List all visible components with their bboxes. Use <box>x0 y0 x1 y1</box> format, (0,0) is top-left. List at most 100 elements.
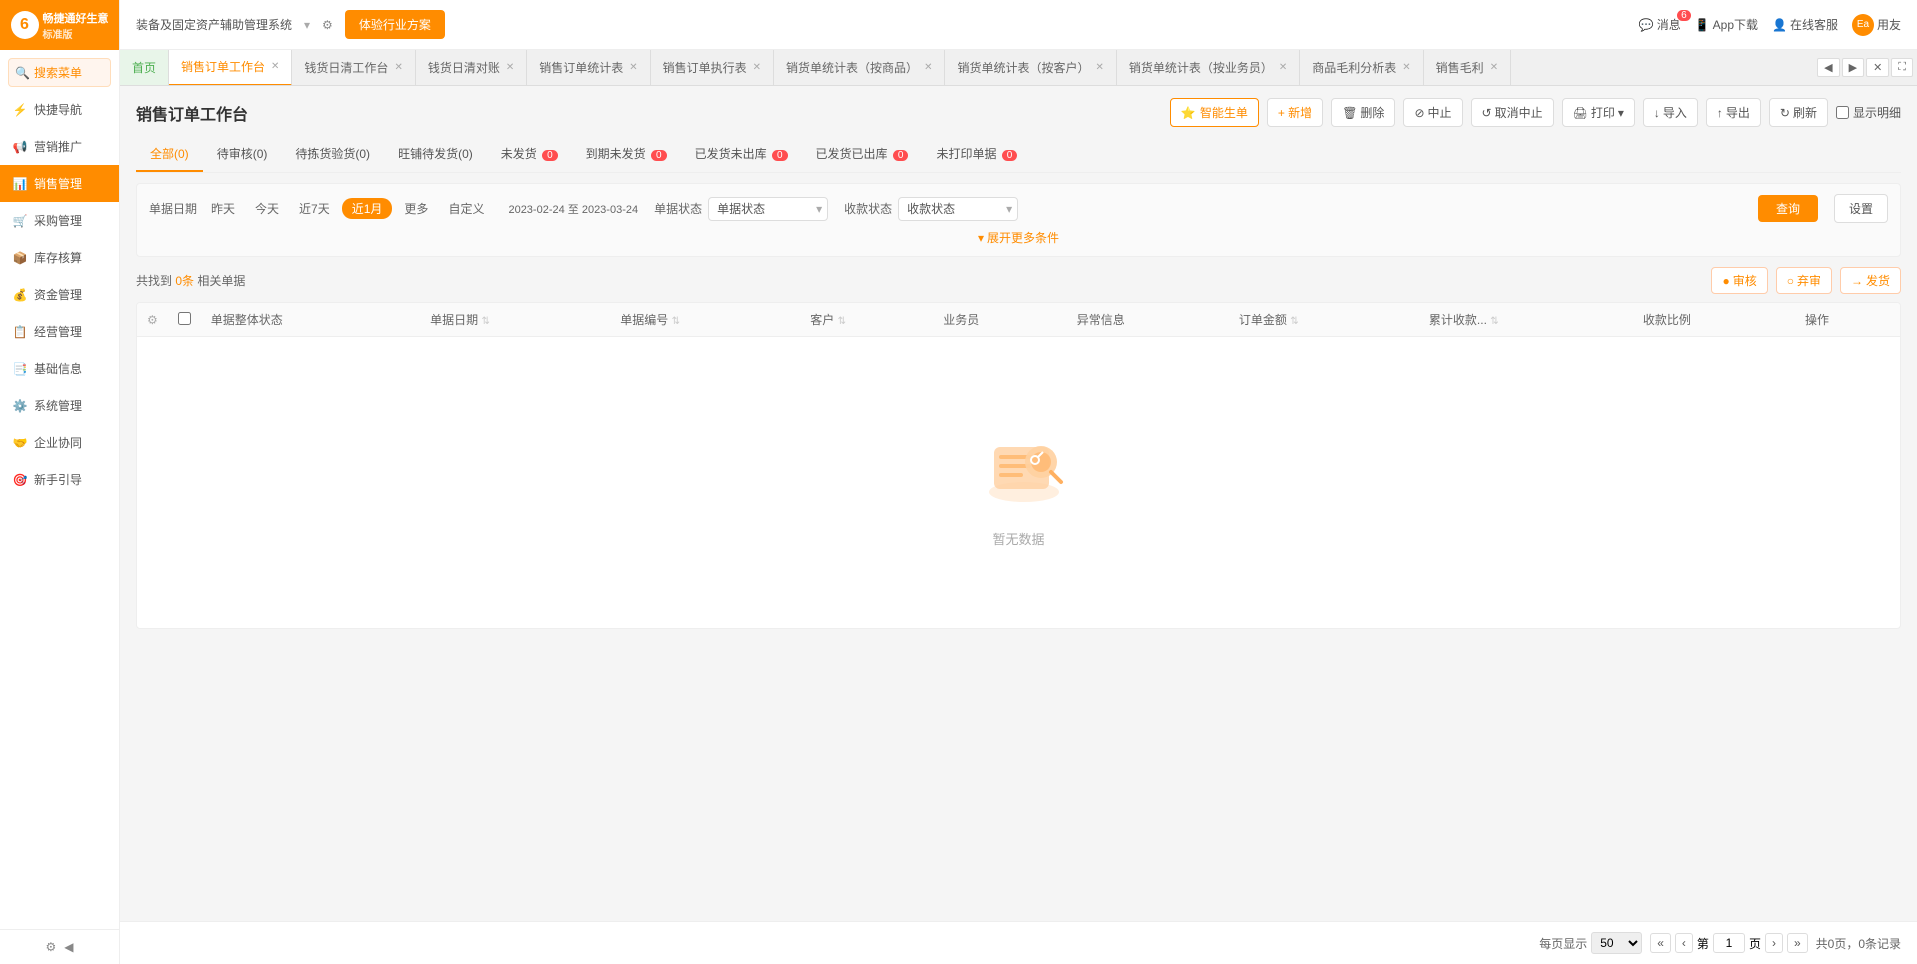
import-button[interactable]: ↓ 导入 <box>1643 98 1698 127</box>
tab-sales-stats-close[interactable]: ✕ <box>629 62 637 73</box>
tab-sales-summary-product[interactable]: 销货单统计表（按商品） ✕ <box>774 50 945 86</box>
th-collected[interactable]: 累计收款... ⇅ <box>1419 303 1633 337</box>
date-opt-more[interactable]: 更多 <box>396 198 436 219</box>
status-select[interactable]: 单据状态 <box>708 197 828 221</box>
tab-fullscreen-btn[interactable]: ⛶ <box>1891 58 1913 77</box>
cancel-review-button[interactable]: ○ 弃审 <box>1776 267 1832 294</box>
delete-button[interactable]: 🗑 删除 <box>1331 98 1395 127</box>
th-number[interactable]: 单据编号 ⇅ <box>610 303 800 337</box>
sidebar-item-finance[interactable]: 💰 资金管理 <box>0 276 119 313</box>
tab-sales-summary-customer[interactable]: 销货单统计表（按客户） ✕ <box>945 50 1116 86</box>
tab-sales-exec-close[interactable]: ✕ <box>753 62 761 73</box>
filter-tab-pending-inspection-count: (0) <box>355 147 370 161</box>
filter-tab-wangpu-pending[interactable]: 旺铺待发货(0) <box>384 137 487 172</box>
filter-tab-all[interactable]: 全部(0) <box>136 137 203 172</box>
show-detail-label: 显示明细 <box>1853 104 1901 121</box>
refresh-button[interactable]: ↻ 刷新 <box>1769 98 1828 127</box>
tab-cash-reconcile-close[interactable]: ✕ <box>506 62 514 73</box>
filter-tab-not-shipped[interactable]: 未发货 0 <box>487 137 572 172</box>
sidebar-item-guide[interactable]: 🎯 新手引导 <box>0 461 119 498</box>
page-prev-btn[interactable]: ‹ <box>1675 933 1693 953</box>
date-opt-custom[interactable]: 自定义 <box>440 198 492 219</box>
show-detail-input[interactable] <box>1836 106 1849 119</box>
smart-bill-button[interactable]: ⭐ 智能生单 <box>1170 98 1259 127</box>
tab-close-btn[interactable]: ✕ <box>1866 58 1889 77</box>
page-number-input[interactable] <box>1713 933 1745 953</box>
export-button[interactable]: ↑ 导出 <box>1706 98 1761 127</box>
payment-select[interactable]: 收款状态 <box>898 197 1018 221</box>
sidebar-item-inventory[interactable]: 📦 库存核算 <box>0 239 119 276</box>
sidebar-item-operations[interactable]: 📋 经营管理 <box>0 313 119 350</box>
page-first-btn[interactable]: « <box>1650 933 1671 953</box>
tab-home[interactable]: 首页 <box>120 50 169 86</box>
topbar-gear-icon[interactable]: ⚙ <box>322 18 333 32</box>
cancel-stop-button[interactable]: ↺ 取消中止 <box>1471 98 1554 127</box>
filter-tab-shipped-not-out[interactable]: 已发货未出库 0 <box>681 137 802 172</box>
date-opt-1month[interactable]: 近1月 <box>342 198 393 219</box>
filter-tab-shipped-out[interactable]: 已发货已出库 0 <box>802 137 923 172</box>
sidebar-item-marketing[interactable]: 📢 营销推广 <box>0 128 119 165</box>
date-opt-today[interactable]: 今天 <box>247 198 287 219</box>
tab-cash-reconcile[interactable]: 钱货日清对账 ✕ <box>416 50 527 86</box>
tab-cash-daily[interactable]: 钱货日清工作台 ✕ <box>292 50 415 86</box>
user-menu-button[interactable]: Ea 用友 <box>1852 14 1901 36</box>
ship-button[interactable]: → 发货 <box>1840 267 1901 294</box>
page-last-btn[interactable]: » <box>1787 933 1808 953</box>
tab-gross-profit[interactable]: 商品毛利分析表 ✕ <box>1300 50 1423 86</box>
sidebar-item-sales[interactable]: 📊 销售管理 <box>0 165 119 202</box>
show-detail-checkbox[interactable]: 显示明细 <box>1836 104 1901 121</box>
review-button[interactable]: ● 审核 <box>1711 267 1767 294</box>
settings-bottom-btn[interactable]: ⚙ <box>46 940 57 954</box>
online-service-button[interactable]: 👤 在线客服 <box>1772 16 1838 33</box>
count-label: 共找到 <box>136 274 172 288</box>
collapse-sidebar-btn[interactable]: ◀ <box>64 940 73 954</box>
th-customer[interactable]: 客户 ⇅ <box>800 303 933 337</box>
tab-sales-summary-product-close[interactable]: ✕ <box>924 62 932 73</box>
tab-cash-daily-close[interactable]: ✕ <box>394 62 402 73</box>
industry-solution-button[interactable]: 体验行业方案 <box>345 10 445 39</box>
sidebar-item-system[interactable]: ⚙️ 系统管理 <box>0 387 119 424</box>
tab-sales-summary-staff-close[interactable]: ✕ <box>1279 62 1287 73</box>
per-page-select[interactable]: 50 20 100 <box>1591 932 1642 954</box>
print-arrow: ▾ <box>1618 106 1624 120</box>
empty-state: 暂无数据 <box>137 337 1900 628</box>
message-button[interactable]: 💬 消息 6 <box>1639 16 1681 33</box>
date-opt-7days[interactable]: 近7天 <box>291 198 338 219</box>
tab-scroll-right-btn[interactable]: ▶ <box>1842 58 1864 77</box>
page-next-btn[interactable]: › <box>1765 933 1783 953</box>
column-settings-icon[interactable]: ⚙ <box>147 313 158 327</box>
tab-scroll-left-btn[interactable]: ◀ <box>1817 58 1839 77</box>
sidebar-item-basic[interactable]: 📑 基础信息 <box>0 350 119 387</box>
search-button[interactable]: 查询 <box>1758 195 1818 222</box>
tab-sales-more[interactable]: 销售毛利 ✕ <box>1424 50 1511 86</box>
th-date-sort: ⇅ <box>481 316 489 327</box>
print-button[interactable]: 🖨 打印 ▾ <box>1562 98 1635 127</box>
filter-tab-not-printed[interactable]: 未打印单据 0 <box>922 137 1031 172</box>
app-download-button[interactable]: 📱 App下载 <box>1695 16 1758 33</box>
sidebar-item-enterprise[interactable]: 🤝 企业协同 <box>0 424 119 461</box>
add-button[interactable]: + 新增 <box>1267 98 1323 127</box>
sidebar-item-quick-nav[interactable]: ⚡ 快捷导航 <box>0 91 119 128</box>
search-menu-button[interactable]: 🔍 搜索菜单 <box>8 58 111 87</box>
tab-sales-stats[interactable]: 销售订单统计表 ✕ <box>527 50 650 86</box>
sidebar-item-purchase[interactable]: 🛒 采购管理 <box>0 202 119 239</box>
date-opt-yesterday[interactable]: 昨天 <box>203 198 243 219</box>
tab-gross-profit-close[interactable]: ✕ <box>1402 62 1410 73</box>
tab-sales-exec[interactable]: 销售订单执行表 ✕ <box>651 50 774 86</box>
filter-tab-pending-inspection-label: 待拣货验货 <box>295 147 355 161</box>
filter-tab-pending-review[interactable]: 待审核(0) <box>203 137 282 172</box>
filter-tab-expired-not-shipped[interactable]: 到期未发货 0 <box>572 137 681 172</box>
settings-button[interactable]: 设置 <box>1834 194 1888 223</box>
expand-more-btn[interactable]: ▾ 展开更多条件 <box>149 229 1888 246</box>
tab-sales-workbench[interactable]: 销售订单工作台 ✕ <box>169 50 292 86</box>
th-date[interactable]: 单据日期 ⇅ <box>420 303 610 337</box>
tab-sales-summary-staff[interactable]: 销货单统计表（按业务员） ✕ <box>1117 50 1300 86</box>
tab-sales-more-close[interactable]: ✕ <box>1490 62 1498 73</box>
stop-button[interactable]: ⊘ 中止 <box>1403 98 1462 127</box>
th-number-sort: ⇅ <box>672 316 680 327</box>
tab-sales-summary-customer-close[interactable]: ✕ <box>1095 62 1103 73</box>
filter-tab-pending-inspection[interactable]: 待拣货验货(0) <box>281 137 384 172</box>
tab-sales-workbench-close[interactable]: ✕ <box>271 61 279 72</box>
select-all-checkbox[interactable] <box>178 312 191 325</box>
th-amount[interactable]: 订单金额 ⇅ <box>1229 303 1419 337</box>
